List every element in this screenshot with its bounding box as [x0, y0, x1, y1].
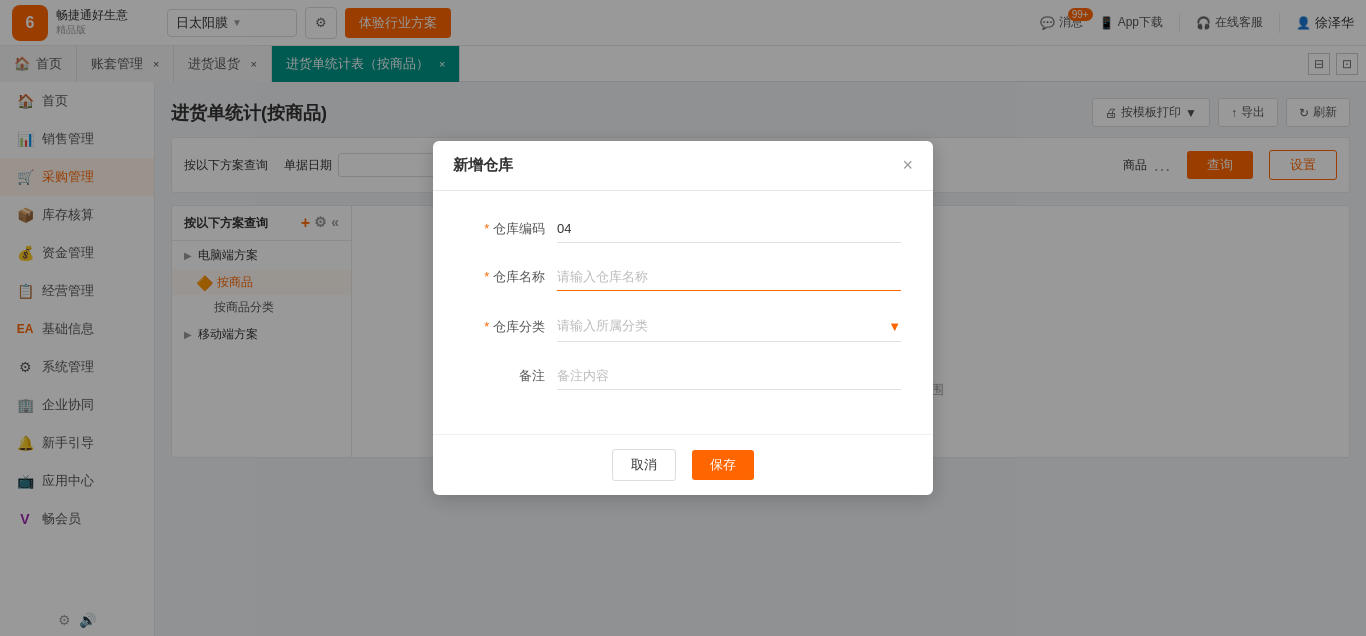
remark-label: 备注 — [465, 367, 545, 385]
cancel-button[interactable]: 取消 — [612, 449, 676, 481]
code-input[interactable] — [557, 215, 901, 243]
modal-title: 新增仓库 — [453, 156, 513, 175]
category-label: 仓库分类 — [465, 318, 545, 336]
modal-footer: 取消 保存 — [433, 434, 933, 495]
remark-field-row: 备注 — [465, 362, 901, 390]
modal-close-button[interactable]: × — [902, 155, 913, 176]
code-label: 仓库编码 — [465, 220, 545, 238]
name-label: 仓库名称 — [465, 268, 545, 286]
modal-overlay: 新增仓库 × 仓库编码 仓库名称 仓库分类 请输入所属分类 ▼ — [0, 0, 1366, 636]
remark-input[interactable] — [557, 362, 901, 390]
save-button[interactable]: 保存 — [692, 450, 754, 480]
code-field-row: 仓库编码 — [465, 215, 901, 243]
add-warehouse-modal: 新增仓库 × 仓库编码 仓库名称 仓库分类 请输入所属分类 ▼ — [433, 141, 933, 495]
name-field-row: 仓库名称 — [465, 263, 901, 291]
category-select[interactable]: 请输入所属分类 ▼ — [557, 311, 901, 342]
category-field-row: 仓库分类 请输入所属分类 ▼ — [465, 311, 901, 342]
category-dropdown-icon: ▼ — [888, 319, 901, 334]
modal-header: 新增仓库 × — [433, 141, 933, 191]
modal-body: 仓库编码 仓库名称 仓库分类 请输入所属分类 ▼ 备注 — [433, 191, 933, 434]
name-input[interactable] — [557, 263, 901, 291]
